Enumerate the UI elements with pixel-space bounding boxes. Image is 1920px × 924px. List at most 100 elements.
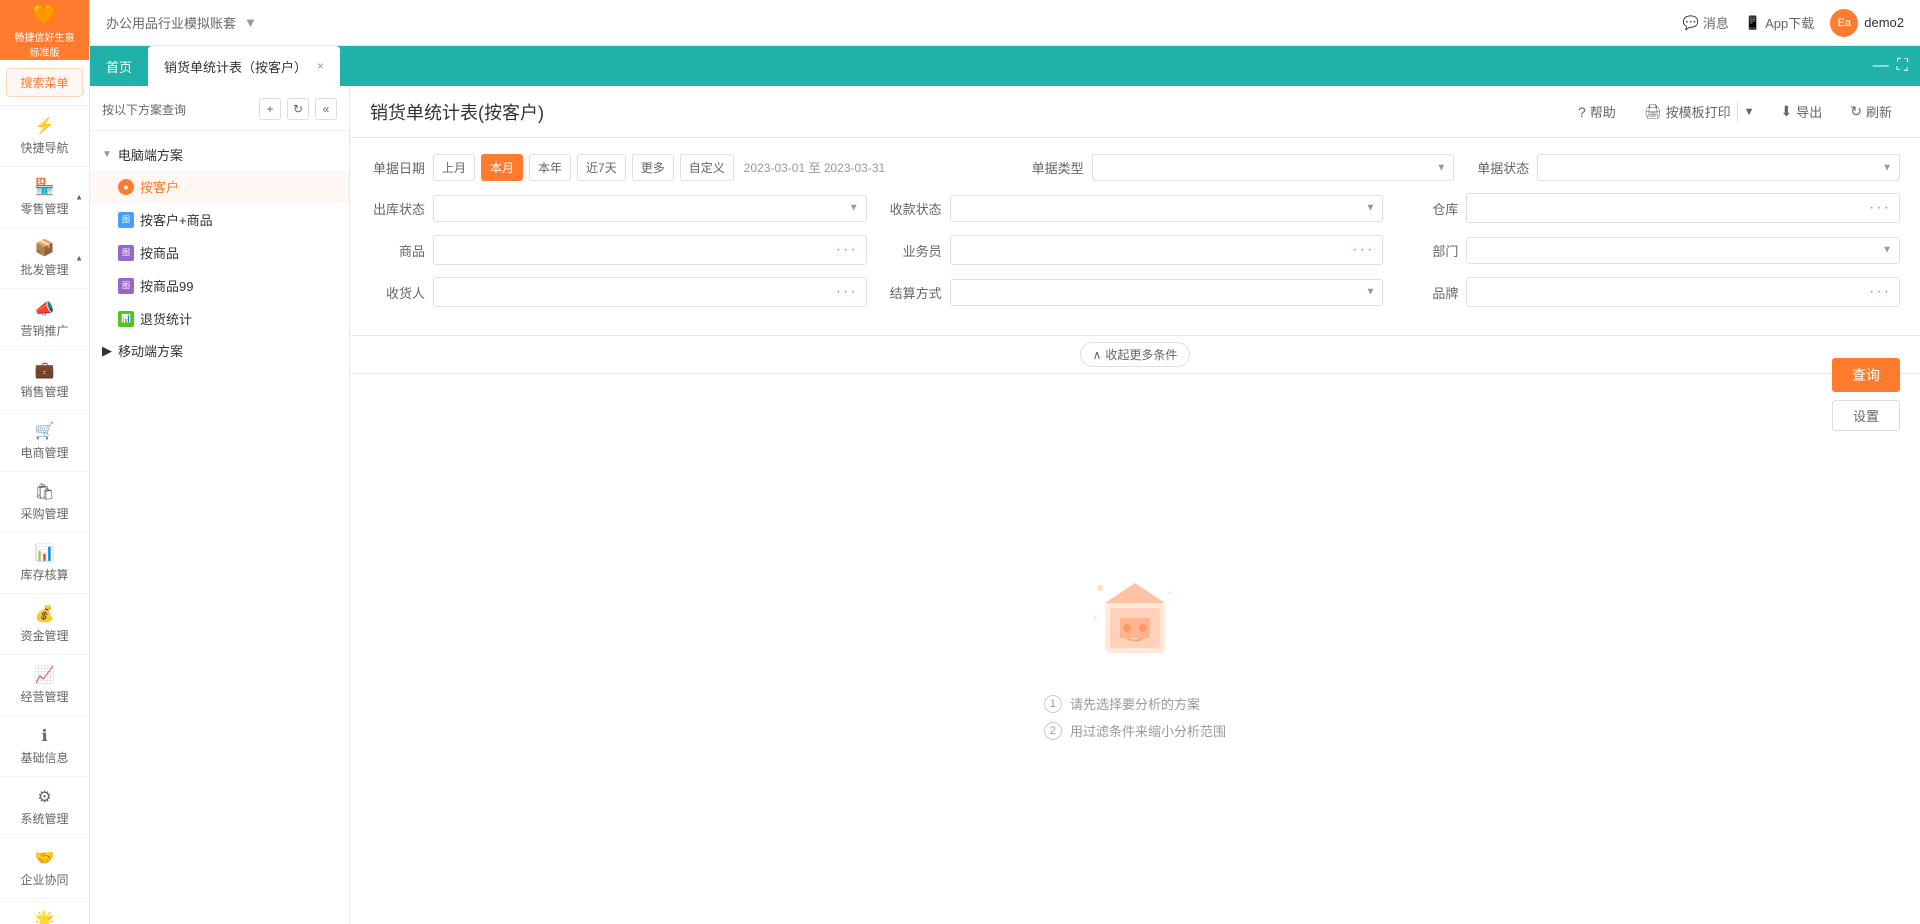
doc-status-select[interactable] [1537, 154, 1900, 181]
this-year-btn[interactable]: 本年 [529, 154, 571, 181]
wholesale-icon: 📦 [35, 238, 55, 258]
sidebar-item-operations[interactable]: 📈 经营管理 [0, 655, 89, 716]
collapse-conditions-button[interactable]: ∧ 收起更多条件 [1080, 342, 1191, 367]
print-dropdown-arrow[interactable]: ▼ [1737, 102, 1761, 122]
minimize-button[interactable]: — [1873, 57, 1889, 75]
sidebar-item-quick-nav[interactable]: ⚡ 快捷导航 [0, 106, 89, 167]
sidebar-item-inventory[interactable]: 📊 库存核算 [0, 533, 89, 594]
empty-tips: 1 请先选择要分析的方案 2 用过滤条件来缩小分析范围 [1044, 694, 1226, 740]
more-btn[interactable]: 更多 [632, 154, 674, 181]
last7days-btn[interactable]: 近7天 [577, 154, 626, 181]
refresh-icon: ↻ [293, 102, 303, 116]
doc-type-select-wrapper [1092, 154, 1455, 181]
mobile-scheme-header[interactable]: ▶ 移动端方案 [102, 335, 337, 366]
dropdown-icon[interactable]: ▼ [244, 15, 257, 30]
sidebar-item-retail[interactable]: 🏪 零售管理 [0, 167, 89, 228]
refresh-scheme-button[interactable]: ↻ [287, 98, 309, 120]
doc-type-control [1092, 154, 1455, 181]
scheme-item-product99[interactable]: 图 按商品99 [90, 269, 349, 302]
maximize-button[interactable]: ⛶ [1897, 57, 1908, 75]
empty-tip-2: 2 用过滤条件来缩小分析范围 [1044, 721, 1226, 740]
sidebar-item-wholesale[interactable]: 📦 批发管理 [0, 228, 89, 289]
newbie-icon: 🌟 [35, 909, 55, 924]
scheme-item-icon: 📊 [118, 311, 134, 327]
app-logo[interactable]: 🧡 畅捷信好生意 标准版 [0, 0, 89, 60]
username-label: demo2 [1864, 15, 1904, 30]
sidebar-navigation: ⚡ 快捷导航 🏪 零售管理 📦 批发管理 📣 营销推广 💼 销售管理 🛒 电商管… [0, 106, 89, 924]
filter-doc-status: 单据状态 [1474, 154, 1900, 181]
filter-doc-type: 单据类型 [1029, 154, 1455, 181]
desktop-scheme-header[interactable]: ▼ 电脑端方案 [90, 139, 349, 170]
recipient-label: 收货人 [370, 283, 425, 302]
last-month-btn[interactable]: 上月 [433, 154, 475, 181]
user-profile[interactable]: Ea demo2 [1830, 9, 1904, 37]
salesperson-select-btn[interactable]: ··· [950, 235, 1384, 265]
scheme-item-label: 按客户 [140, 177, 179, 196]
header-right-actions: 💬 消息 📱 App下载 Ea demo2 [1683, 9, 1904, 37]
scheme-item-by-product[interactable]: 图 按商品 [90, 236, 349, 269]
department-label: 部门 [1403, 241, 1458, 260]
recipient-select-btn[interactable]: ··· [433, 277, 867, 307]
query-button[interactable]: 查询 [1832, 358, 1900, 392]
sidebar-item-system[interactable]: ⚙ 系统管理 [0, 777, 89, 838]
page-header: 销货单统计表(按客户) ? 帮助 🖨 按模板打印 ▼ ⬇ [350, 86, 1920, 138]
help-label: 帮助 [1590, 102, 1616, 121]
product-select-btn[interactable]: ··· [433, 235, 867, 265]
add-scheme-button[interactable]: + [259, 98, 281, 120]
product-dots-icon: ··· [836, 241, 858, 259]
message-button[interactable]: 💬 消息 [1683, 13, 1729, 32]
print-button[interactable]: 🖨 按模板打印 [1636, 98, 1737, 125]
sidebar-item-marketing[interactable]: 📣 营销推广 [0, 289, 89, 350]
app-download-button[interactable]: 📱 App下载 [1745, 13, 1814, 32]
filter-row-1: 单据日期 上月 本月 本年 近7天 更多 自定义 2023-03-01 至 20… [370, 154, 1900, 181]
settings-button[interactable]: 设置 [1832, 400, 1900, 431]
sidebar-item-label: 采购管理 [20, 505, 68, 522]
search-menu-button[interactable]: 搜索菜单 [6, 68, 83, 97]
active-tab-label: 销货单统计表（按客户） [164, 57, 307, 76]
receipt-status-select[interactable] [950, 195, 1384, 222]
help-button[interactable]: ? 帮助 [1570, 98, 1624, 125]
scheme-item-return-stats[interactable]: 📊 退货统计 [90, 302, 349, 335]
marketing-icon: 📣 [35, 299, 55, 319]
scheme-item-by-customer[interactable]: ● 按客户 [90, 170, 349, 203]
scheme-item-icon: 图 [118, 245, 134, 261]
filter-row-4: 收货人 ··· 结算方式 [370, 277, 1900, 307]
filter-row-2: 出库状态 收款状态 [370, 193, 1900, 223]
sidebar-item-ecommerce[interactable]: 🛒 电商管理 [0, 411, 89, 472]
tab-home[interactable]: 首页 [90, 46, 148, 86]
collapse-panel-button[interactable]: « [315, 98, 337, 120]
tab-sales-stats[interactable]: 销货单统计表（按客户） × [148, 46, 340, 86]
custom-btn[interactable]: 自定义 [680, 154, 734, 181]
scheme-item-customer-product[interactable]: 图 按客户+商品 [90, 203, 349, 236]
sidebar-item-basic[interactable]: ℹ 基础信息 [0, 716, 89, 777]
sidebar-item-label: 批发管理 [20, 261, 68, 278]
export-button[interactable]: ⬇ 导出 [1773, 98, 1831, 125]
warehouse-select-btn[interactable]: ··· [1466, 193, 1900, 223]
department-select[interactable] [1466, 237, 1900, 264]
home-tab-label: 首页 [106, 57, 132, 76]
sidebar-item-cooperation[interactable]: 🤝 企业协同 [0, 838, 89, 899]
message-icon: 💬 [1683, 15, 1699, 31]
doc-type-select[interactable] [1092, 154, 1455, 181]
download-icon: 📱 [1745, 15, 1761, 31]
filter-brand: 品牌 ··· [1403, 277, 1900, 307]
sidebar-item-purchase[interactable]: 🛍 采购管理 [0, 472, 89, 533]
sidebar-item-label: 经营管理 [20, 688, 68, 705]
brand-select-btn[interactable]: ··· [1466, 277, 1900, 307]
tab-close-icon[interactable]: × [317, 59, 324, 73]
refresh-button[interactable]: ↻ 刷新 [1842, 98, 1900, 125]
tip-text-2: 用过滤条件来缩小分析范围 [1070, 721, 1226, 740]
salesperson-dots-icon: ··· [1352, 241, 1374, 259]
collapse-bar[interactable]: ∧ 收起更多条件 [350, 336, 1920, 374]
inventory-icon: 📊 [35, 543, 55, 563]
scheme-item-icon: ● [118, 179, 134, 195]
empty-state: 1 请先选择要分析的方案 2 用过滤条件来缩小分析范围 [350, 374, 1920, 924]
recipient-dots-icon: ··· [836, 283, 858, 301]
out-status-select[interactable] [433, 195, 867, 222]
settle-method-select[interactable] [950, 279, 1384, 306]
filter-out-status: 出库状态 [370, 195, 867, 222]
sidebar-item-finance[interactable]: 💰 资金管理 [0, 594, 89, 655]
this-month-btn[interactable]: 本月 [481, 154, 523, 181]
sidebar-item-sales[interactable]: 💼 销售管理 [0, 350, 89, 411]
sidebar-item-newbie[interactable]: 🌟 新手引导 [0, 899, 89, 924]
